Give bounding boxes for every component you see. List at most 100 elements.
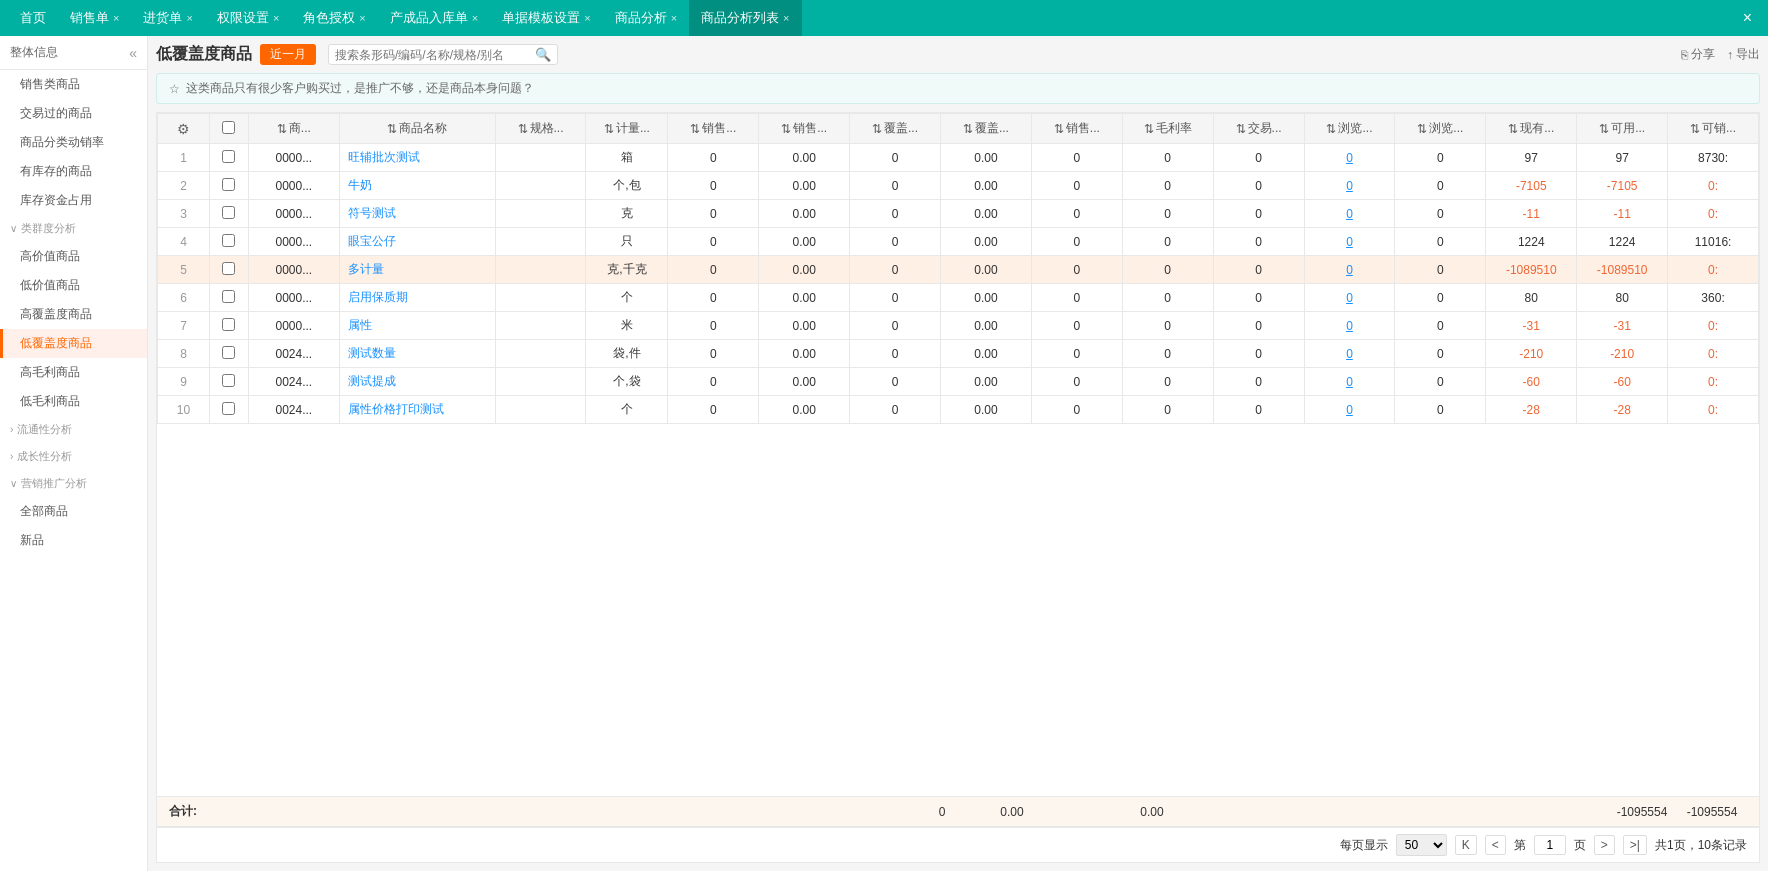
row-name[interactable]: 牛奶	[339, 172, 495, 200]
row-browse1[interactable]: 0	[1304, 200, 1395, 228]
select-all-checkbox[interactable]	[222, 121, 235, 134]
nav-template-settings[interactable]: 单据模板设置 ×	[490, 0, 602, 36]
row-name[interactable]: 属性价格打印测试	[339, 396, 495, 424]
nav-close-product-storage[interactable]: ×	[472, 12, 478, 24]
sidebar-group-growth[interactable]: › 成长性分析	[0, 443, 147, 470]
row-checkbox-cell[interactable]	[209, 256, 248, 284]
sidebar-item-low-margin[interactable]: 低毛利商品	[0, 387, 147, 416]
nav-product-storage[interactable]: 产成品入库单 ×	[378, 0, 490, 36]
col-sellable-header[interactable]: ⇅可销...	[1668, 114, 1759, 144]
gear-icon[interactable]: ⚙	[177, 121, 190, 137]
nav-close-analysis-list[interactable]: ×	[783, 12, 789, 24]
col-coverage1-header[interactable]: ⇅覆盖...	[850, 114, 941, 144]
col-available-header[interactable]: ⇅可用...	[1577, 114, 1668, 144]
row-checkbox[interactable]	[222, 374, 235, 387]
share-button[interactable]: ⎘ 分享	[1681, 46, 1715, 63]
prev-page-button[interactable]: <	[1485, 835, 1506, 855]
sidebar-group-cluster-analysis[interactable]: ∨ 类群度分析	[0, 215, 147, 242]
row-checkbox[interactable]	[222, 178, 235, 191]
row-browse1[interactable]: 0	[1304, 172, 1395, 200]
page-size-select[interactable]: 50 20 100	[1396, 834, 1447, 856]
nav-close-template[interactable]: ×	[584, 12, 590, 24]
row-checkbox[interactable]	[222, 262, 235, 275]
row-checkbox-cell[interactable]	[209, 312, 248, 340]
nav-close-sales-order[interactable]: ×	[113, 12, 119, 24]
sidebar-group-liquidity[interactable]: › 流通性分析	[0, 416, 147, 443]
row-checkbox-cell[interactable]	[209, 340, 248, 368]
col-unit-header[interactable]: ⇅计量...	[586, 114, 668, 144]
sidebar-item-inventory-goods[interactable]: 有库存的商品	[0, 157, 147, 186]
nav-sales-order[interactable]: 销售单 ×	[58, 0, 131, 36]
row-browse1[interactable]: 0	[1304, 144, 1395, 172]
sidebar-item-low-coverage[interactable]: 低覆盖度商品	[0, 329, 147, 358]
col-current-header[interactable]: ⇅现有...	[1486, 114, 1577, 144]
col-sales2-header[interactable]: ⇅销售...	[1031, 114, 1122, 144]
nav-close-role-auth[interactable]: ×	[359, 12, 365, 24]
col-settings[interactable]: ⚙	[158, 114, 210, 144]
export-button[interactable]: ↑ 导出	[1727, 46, 1760, 63]
row-name[interactable]: 测试提成	[339, 368, 495, 396]
sidebar-item-new-goods[interactable]: 新品	[0, 526, 147, 555]
col-trade-header[interactable]: ⇅交易...	[1213, 114, 1304, 144]
row-name[interactable]: 多计量	[339, 256, 495, 284]
col-browse1-header[interactable]: ⇅浏览...	[1304, 114, 1395, 144]
row-checkbox-cell[interactable]	[209, 144, 248, 172]
row-name[interactable]: 眼宝公仔	[339, 228, 495, 256]
row-checkbox[interactable]	[222, 346, 235, 359]
row-checkbox[interactable]	[222, 150, 235, 163]
row-browse1[interactable]: 0	[1304, 228, 1395, 256]
nav-product-analysis[interactable]: 商品分析 ×	[603, 0, 689, 36]
search-input[interactable]	[335, 48, 535, 62]
sidebar-collapse-button[interactable]: «	[129, 45, 137, 61]
row-checkbox[interactable]	[222, 206, 235, 219]
col-code-header[interactable]: ⇅商...	[248, 114, 339, 144]
nav-close-permission[interactable]: ×	[273, 12, 279, 24]
col-sales-amt-header[interactable]: ⇅销售...	[759, 114, 850, 144]
first-page-button[interactable]: K	[1455, 835, 1477, 855]
sidebar-item-high-value[interactable]: 高价值商品	[0, 242, 147, 271]
row-browse1[interactable]: 0	[1304, 368, 1395, 396]
last-page-button[interactable]: >|	[1623, 835, 1647, 855]
row-name[interactable]: 旺辅批次测试	[339, 144, 495, 172]
sidebar-item-traded-goods[interactable]: 交易过的商品	[0, 99, 147, 128]
row-checkbox-cell[interactable]	[209, 200, 248, 228]
col-sales-qty-header[interactable]: ⇅销售...	[668, 114, 759, 144]
next-page-button[interactable]: >	[1594, 835, 1615, 855]
row-checkbox[interactable]	[222, 234, 235, 247]
window-close-btn[interactable]: ×	[1735, 9, 1760, 27]
nav-close-purchase-order[interactable]: ×	[186, 12, 192, 24]
row-checkbox[interactable]	[222, 290, 235, 303]
row-checkbox[interactable]	[222, 318, 235, 331]
row-browse1[interactable]: 0	[1304, 340, 1395, 368]
nav-close-product-analysis[interactable]: ×	[671, 12, 677, 24]
row-name[interactable]: 符号测试	[339, 200, 495, 228]
sidebar-group-marketing[interactable]: ∨ 营销推广分析	[0, 470, 147, 497]
nav-role-auth[interactable]: 角色授权 ×	[291, 0, 377, 36]
sidebar-item-capital-occupation[interactable]: 库存资金占用	[0, 186, 147, 215]
nav-permission-settings[interactable]: 权限设置 ×	[205, 0, 291, 36]
nav-home[interactable]: 首页	[8, 0, 58, 36]
nav-product-analysis-list[interactable]: 商品分析列表 ×	[689, 0, 801, 36]
row-checkbox-cell[interactable]	[209, 172, 248, 200]
sidebar-item-high-margin[interactable]: 高毛利商品	[0, 358, 147, 387]
row-browse1[interactable]: 0	[1304, 396, 1395, 424]
row-browse1[interactable]: 0	[1304, 312, 1395, 340]
sidebar-item-sales-goods[interactable]: 销售类商品	[0, 70, 147, 99]
row-name[interactable]: 测试数量	[339, 340, 495, 368]
row-name[interactable]: 属性	[339, 312, 495, 340]
row-name[interactable]: 启用保质期	[339, 284, 495, 312]
row-checkbox-cell[interactable]	[209, 284, 248, 312]
col-gross-header[interactable]: ⇅毛利率	[1122, 114, 1213, 144]
period-button[interactable]: 近一月	[260, 44, 316, 65]
row-checkbox-cell[interactable]	[209, 396, 248, 424]
row-checkbox-cell[interactable]	[209, 368, 248, 396]
sidebar-item-all-goods[interactable]: 全部商品	[0, 497, 147, 526]
col-coverage2-header[interactable]: ⇅覆盖...	[940, 114, 1031, 144]
sidebar-item-high-coverage[interactable]: 高覆盖度商品	[0, 300, 147, 329]
row-checkbox[interactable]	[222, 402, 235, 415]
sidebar-item-category-rate[interactable]: 商品分类动销率	[0, 128, 147, 157]
row-checkbox-cell[interactable]	[209, 228, 248, 256]
search-icon[interactable]: 🔍	[535, 47, 551, 62]
page-number-input[interactable]	[1534, 835, 1566, 855]
col-spec-header[interactable]: ⇅规格...	[495, 114, 586, 144]
